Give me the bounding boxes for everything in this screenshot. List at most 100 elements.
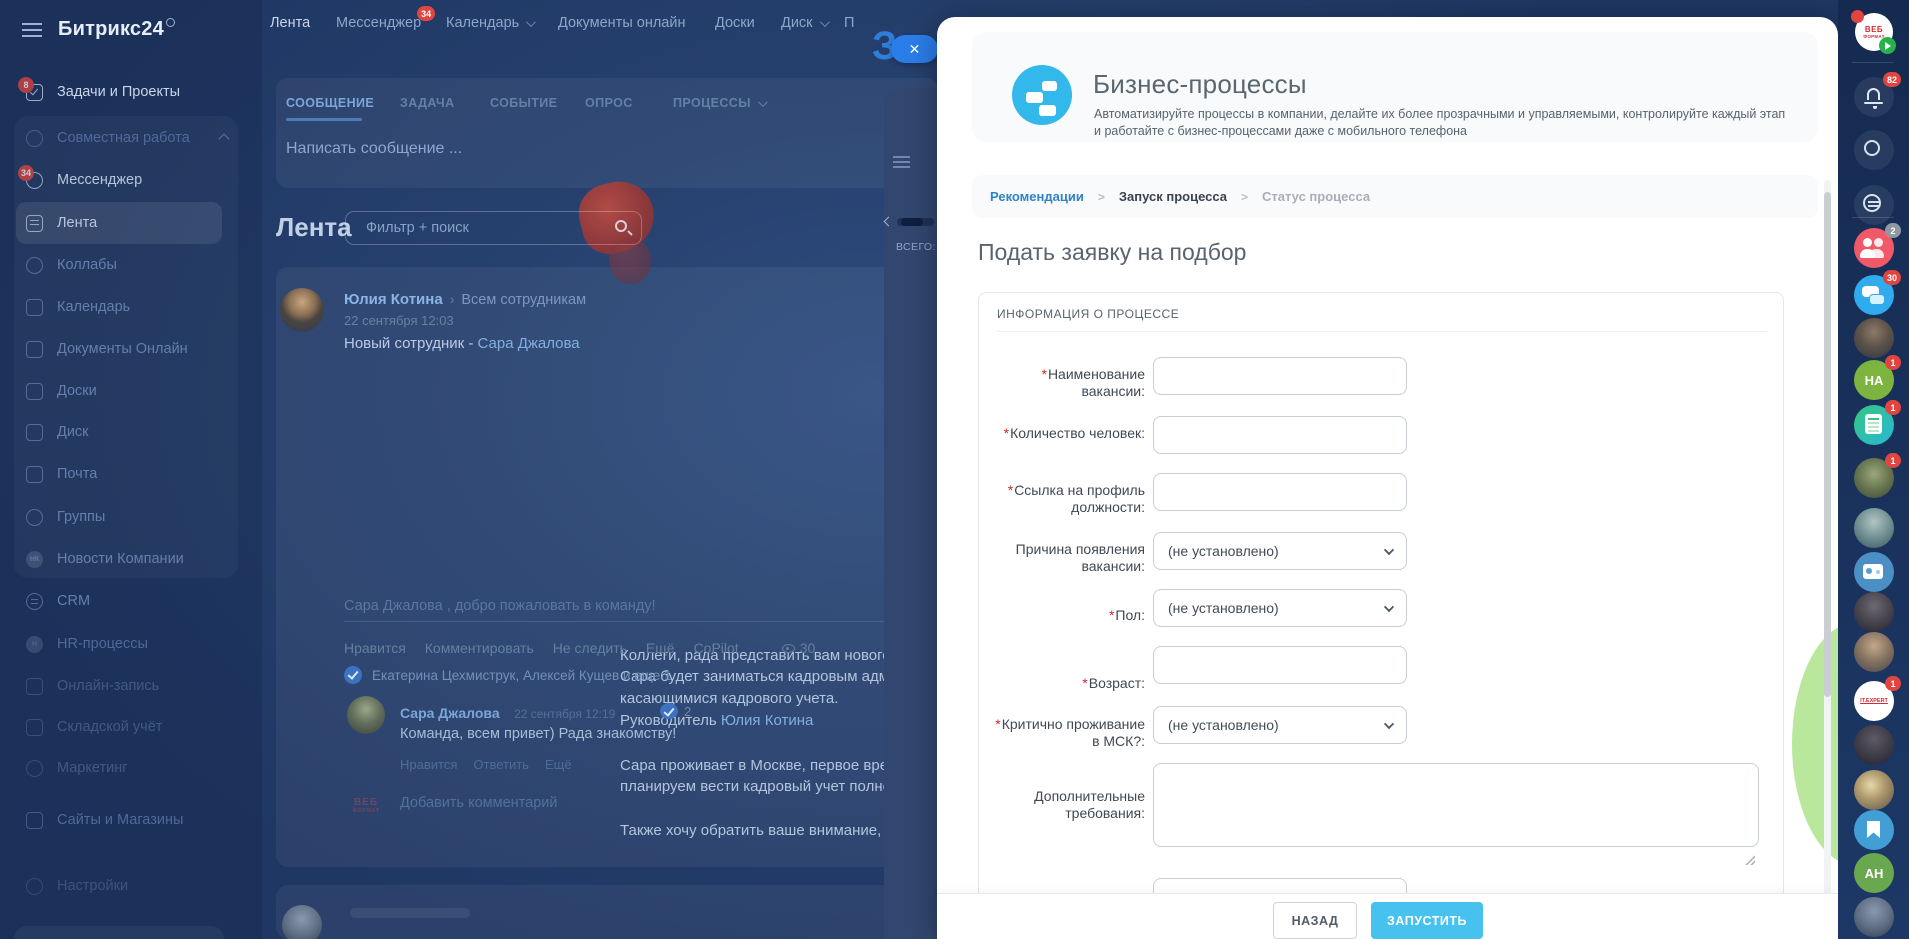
comment-author-name[interactable]: Сара Джалова	[400, 705, 500, 721]
sidebar-item-crm[interactable]: CRM	[0, 587, 262, 615]
chat-transfer-button[interactable]	[1854, 185, 1894, 225]
copilot-action[interactable]: CoPilot	[694, 640, 739, 656]
tab-processes[interactable]: ПРОЦЕССЫ	[673, 96, 768, 110]
tab-poll[interactable]: ОПРОС	[585, 96, 633, 110]
slider-track	[897, 218, 934, 226]
user-initials-avatar-an[interactable]: АН	[1854, 853, 1894, 893]
nav-item-calendar[interactable]: Календарь	[446, 15, 537, 31]
copilot-button[interactable]	[1854, 130, 1894, 170]
nav-item-feed[interactable]: Лента	[260, 7, 321, 39]
user-avatar[interactable]	[1854, 318, 1894, 358]
compose-placeholder[interactable]: Написать сообщение ...	[286, 140, 462, 158]
like-action[interactable]: Нравится	[344, 640, 406, 656]
post-author-avatar[interactable]	[280, 288, 324, 332]
sidebar-item-warehouse[interactable]: Складской учёт	[0, 713, 262, 741]
sidebar-item-groups[interactable]: Группы	[0, 503, 262, 531]
nav-item-partial[interactable]: П	[844, 15, 854, 31]
group-chat-avatar[interactable]	[1854, 770, 1894, 810]
vacancy-name-input[interactable]	[1153, 357, 1407, 395]
sidebar-item-mail[interactable]: Почта	[0, 460, 262, 488]
run-button[interactable]: ЗАПУСТИТЬ	[1371, 902, 1483, 939]
sidebar-item-messenger[interactable]: 34 Мессенджер	[0, 164, 262, 194]
user-avatar[interactable]	[1854, 897, 1894, 937]
profile-link-input[interactable]	[1153, 473, 1407, 511]
post-audience[interactable]: Всем сотрудникам	[461, 292, 586, 308]
comment-like-counter[interactable]: 2	[660, 703, 691, 719]
user-avatar[interactable]: 1	[1854, 453, 1901, 498]
modal-scrollbar-thumb[interactable]	[1824, 192, 1831, 697]
post-quote: Сара Джалова , добро пожаловать в команд…	[344, 598, 656, 614]
messenger-nav-badge: 34	[417, 6, 436, 21]
sidebar-item-boards[interactable]: Доски	[0, 377, 262, 405]
resize-grip-icon[interactable]	[1745, 855, 1755, 865]
gender-select[interactable]: (не установлено)	[1153, 589, 1407, 627]
sidebar-item-marketing[interactable]: Маркетинг	[0, 754, 262, 782]
mail-icon	[26, 465, 43, 483]
id-card-avatar[interactable]	[1854, 552, 1894, 592]
sidebar-item-settings[interactable]: Настройки	[0, 872, 262, 900]
sidebar-item-online-booking[interactable]: Онлайн-запись	[0, 672, 262, 700]
search-input[interactable]	[346, 212, 641, 244]
sidebar-item-tasks[interactable]: 8 Задачи и Проекты	[0, 76, 262, 106]
breadcrumb-start-process[interactable]: Запуск процесса	[1119, 189, 1227, 204]
tab-event[interactable]: СОБЫТИЕ	[490, 96, 557, 110]
sidebar-item-feed[interactable]: Лента	[0, 209, 262, 237]
employees-chat-avatar[interactable]: 2	[1854, 223, 1901, 268]
comment-more-action[interactable]: Ещё	[545, 757, 572, 772]
close-button[interactable]: ✕	[891, 35, 938, 63]
invite-button[interactable]	[14, 926, 224, 939]
tasks-doc-avatar[interactable]: 1	[1854, 400, 1901, 445]
webformat-logo-avatar[interactable]: ВЕБ ФОРМАТ	[1851, 10, 1896, 54]
notifications-bell-button[interactable]: 82	[1854, 72, 1901, 117]
user-avatar[interactable]	[1854, 508, 1894, 548]
breadcrumb-recommendations[interactable]: Рекомендации	[990, 189, 1084, 204]
sidebar-item-collabs[interactable]: Коллабы	[0, 251, 262, 279]
vacancy-reason-select[interactable]: (не установлено)	[1153, 532, 1407, 570]
post-date[interactable]: 22 сентября 12:03	[344, 313, 454, 328]
comment-author-avatar[interactable]	[347, 696, 385, 734]
people-count-input[interactable]	[1153, 416, 1407, 454]
user-avatar[interactable]	[1854, 592, 1894, 632]
age-input[interactable]	[1153, 646, 1407, 684]
general-chat-avatar[interactable]: 30	[1854, 270, 1901, 315]
menu-icon[interactable]	[22, 22, 42, 37]
add-comment-input[interactable]: Добавить комментарий	[400, 795, 558, 811]
sidebar-item-docs-online[interactable]: Документы Онлайн	[0, 335, 262, 363]
next-post-text-placeholder	[350, 908, 470, 918]
comment-action[interactable]: Комментировать	[425, 640, 534, 656]
brand-logo[interactable]: Битрикс24	[58, 18, 175, 41]
itexpert-logo-avatar[interactable]: IT.EXPERT 1	[1854, 676, 1901, 721]
nav-item-boards[interactable]: Доски	[715, 15, 755, 31]
user-avatar[interactable]	[1854, 725, 1894, 765]
likes-names[interactable]: Екатерина Цехмиструк, Алексей Кущев и ещ…	[372, 668, 671, 683]
user-initials-avatar-na[interactable]: НА 1	[1854, 355, 1901, 400]
msk-critical-select[interactable]: (не установлено)	[1153, 706, 1407, 744]
back-button[interactable]: НАЗАД	[1273, 902, 1357, 939]
additional-requirements-textarea[interactable]	[1153, 763, 1759, 847]
sidebar-item-sites[interactable]: Сайты и Магазины	[0, 806, 262, 834]
post-author-name[interactable]: Юлия Котина	[344, 291, 443, 308]
sidebar-item-collaboration[interactable]: Совместная работа	[0, 124, 262, 152]
comment-like-action[interactable]: Нравится	[400, 757, 457, 772]
next-post-avatar[interactable]	[282, 905, 322, 939]
tab-message[interactable]: СООБЩЕНИЕ	[286, 96, 374, 110]
document-icon	[26, 340, 43, 358]
comment-reply-action[interactable]: Ответить	[473, 757, 529, 772]
nav-item-docs[interactable]: Документы онлайн	[558, 15, 685, 31]
bookmark-avatar[interactable]	[1854, 810, 1894, 850]
thumb-up-icon[interactable]	[344, 666, 362, 684]
sidebar-item-company-news[interactable]: НК Новости Компании	[0, 545, 262, 573]
manager-link[interactable]: Юлия Котина	[721, 712, 814, 729]
search-icon[interactable]	[615, 220, 627, 232]
more-action[interactable]: Ещё	[646, 640, 675, 656]
unfollow-action[interactable]: Не следить	[553, 640, 627, 656]
sidebar-item-hr[interactable]: Н HR-процессы	[0, 630, 262, 658]
sidebar-item-drive[interactable]: Диск	[0, 418, 262, 446]
feed-search	[345, 211, 642, 245]
tab-task[interactable]: ЗАДАЧА	[400, 96, 455, 110]
nav-item-messenger[interactable]: Мессенджер 34	[336, 6, 436, 31]
user-avatar[interactable]	[1854, 632, 1894, 672]
employee-link[interactable]: Сара Джалова	[478, 335, 580, 352]
nav-item-drive[interactable]: Диск	[781, 15, 830, 31]
sidebar-item-calendar[interactable]: Календарь	[0, 293, 262, 321]
